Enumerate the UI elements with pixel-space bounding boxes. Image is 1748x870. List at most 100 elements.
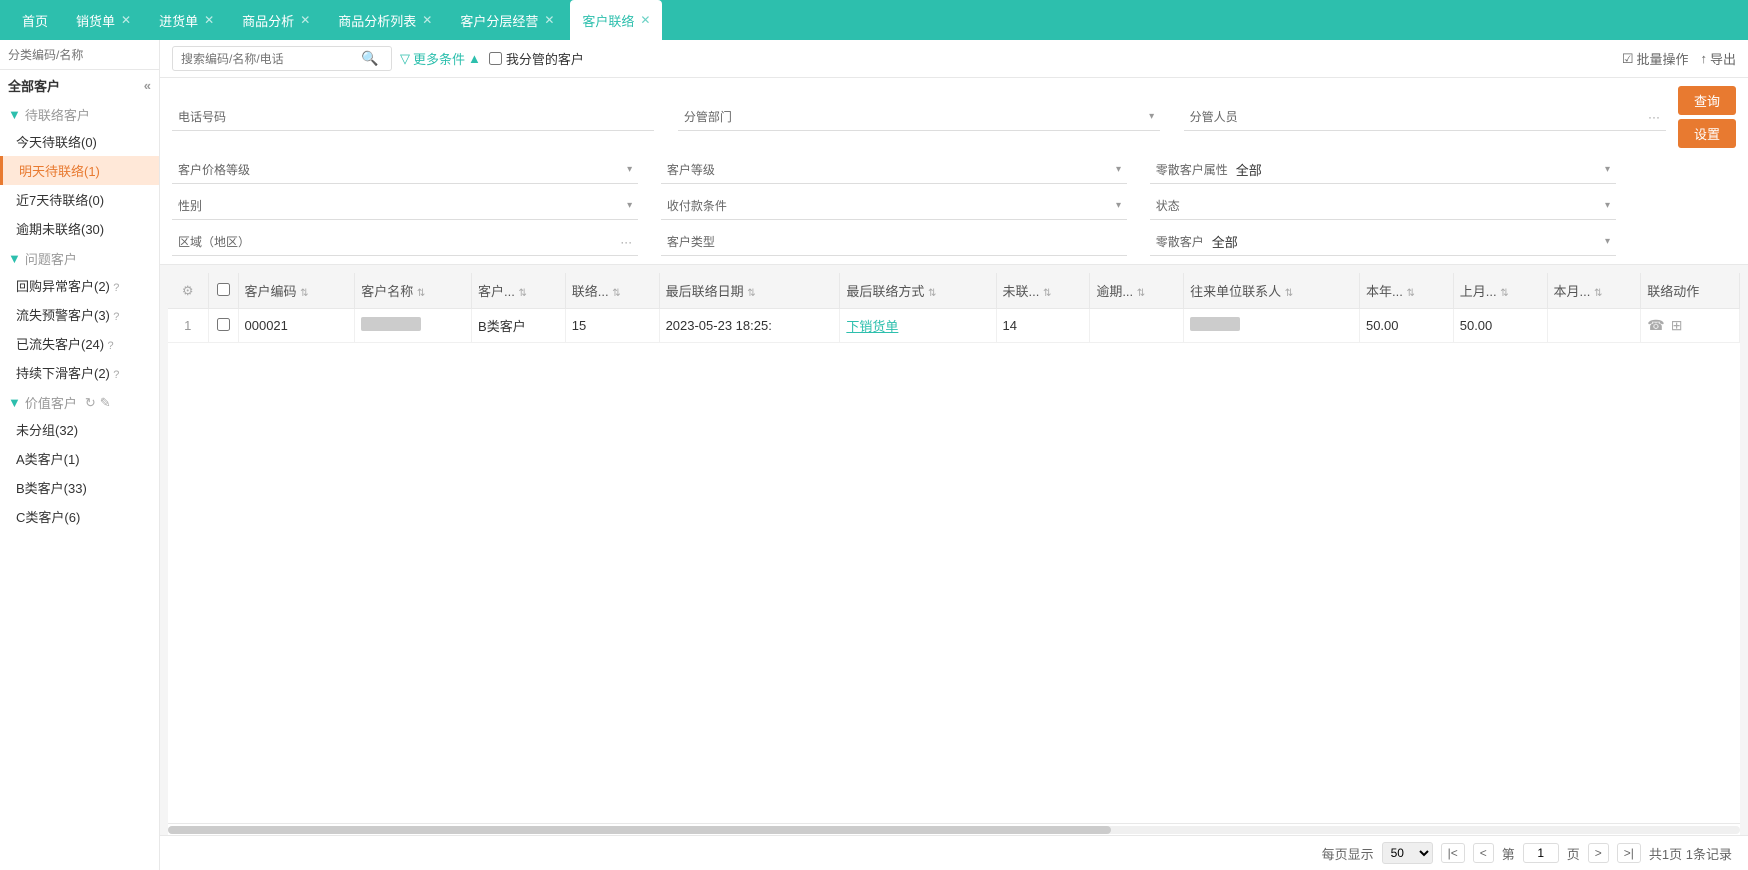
row-this-year: 50.00 — [1359, 309, 1453, 343]
table-row: 1 000021 B类客户 15 2023-05-23 18:25: 下销货单 … — [168, 309, 1740, 343]
row-pending: 14 — [996, 309, 1090, 343]
sort-icon[interactable]: ⇅ — [519, 288, 527, 299]
help-icon[interactable]: ? — [113, 311, 119, 323]
sidebar-item-week-contact[interactable]: 近7天待联络(0) — [0, 185, 159, 214]
sort-icon[interactable]: ⇅ — [612, 288, 620, 299]
filter-customer-grade[interactable]: 客户等级 ▾ — [661, 156, 1127, 184]
search-input[interactable] — [181, 52, 361, 66]
row-checkbox-cell — [208, 309, 238, 343]
sort-icon[interactable]: ⇅ — [417, 288, 425, 299]
sidebar-item-tomorrow-contact[interactable]: 明天待联络(1) — [0, 156, 159, 185]
page-input[interactable] — [1523, 843, 1559, 863]
filter-row-4: 区域（地区） ··· 客户类型 零散客户 全部 ▾ — [172, 228, 1736, 256]
sidebar-item-repurchase-abnormal[interactable]: 回购异常客户(2) ? — [0, 271, 159, 300]
close-icon[interactable]: ✕ — [300, 13, 310, 27]
nav-customer-tier[interactable]: 客户分层经营 ✕ — [448, 0, 566, 40]
filter-region[interactable]: 区域（地区） ··· — [172, 228, 638, 256]
export-button[interactable]: ↑ 导出 — [1700, 49, 1736, 68]
filter-status[interactable]: 状态 ▾ — [1150, 192, 1616, 220]
close-icon[interactable]: ✕ — [544, 13, 554, 27]
top-nav: 首页 销货单 ✕ 进货单 ✕ 商品分析 ✕ 商品分析列表 ✕ 客户分层经营 ✕ … — [0, 0, 1748, 40]
filter-retail-attr[interactable]: 零散客户属性 全部 ▾ — [1150, 156, 1616, 184]
close-icon[interactable]: ✕ — [121, 13, 131, 27]
last-page-button[interactable]: >| — [1617, 843, 1641, 863]
row-customer-code: 000021 — [238, 309, 355, 343]
sidebar-search-input[interactable] — [8, 48, 160, 62]
nav-product-analysis-list[interactable]: 商品分析列表 ✕ — [326, 0, 444, 40]
close-icon[interactable]: ✕ — [204, 13, 214, 27]
sidebar-item-today-contact[interactable]: 今天待联络(0) — [0, 127, 159, 156]
row-overdue — [1090, 309, 1184, 343]
sidebar-item-class-b[interactable]: B类客户(33) — [0, 473, 159, 502]
nav-home[interactable]: 首页 — [10, 0, 60, 40]
chevron-left-icon[interactable]: « — [144, 78, 151, 93]
sort-icon[interactable]: ⇅ — [1500, 288, 1508, 299]
close-icon[interactable]: ✕ — [640, 13, 650, 27]
filter-retail-customer[interactable]: 零散客户 全部 ▾ — [1150, 228, 1616, 256]
help-icon[interactable]: ? — [107, 340, 113, 352]
sort-icon[interactable]: ⇅ — [300, 288, 308, 299]
sort-icon[interactable]: ⇅ — [1285, 288, 1293, 299]
chevron-down-icon: ▾ — [627, 164, 632, 175]
sidebar-item-class-a[interactable]: A类客户(1) — [0, 444, 159, 473]
sort-icon[interactable]: ⇅ — [1043, 288, 1051, 299]
all-customers-section[interactable]: 全部客户 « — [0, 70, 159, 99]
nav-purchase-order[interactable]: 进货单 ✕ — [147, 0, 226, 40]
help-icon[interactable]: ? — [113, 369, 119, 381]
sort-icon[interactable]: ⇅ — [1406, 288, 1414, 299]
settings-col-header[interactable]: ⚙ — [168, 273, 208, 309]
query-button[interactable]: 查询 — [1678, 86, 1736, 115]
edit-icon[interactable]: ✎ — [100, 395, 111, 411]
sidebar-item-churn-warning[interactable]: 流失预警客户(3) ? — [0, 300, 159, 329]
nav-sales-order[interactable]: 销货单 ✕ — [64, 0, 143, 40]
first-page-button[interactable]: |< — [1441, 843, 1465, 863]
sort-icon[interactable]: ⇅ — [747, 288, 755, 299]
checkbox-col-header — [208, 273, 238, 309]
settings-button[interactable]: 设置 — [1678, 119, 1736, 148]
value-customers-group: ▼ 价值客户 ↻ ✎ — [0, 387, 159, 415]
select-all-checkbox[interactable] — [217, 283, 230, 296]
refresh-icon[interactable]: ↻ — [85, 395, 96, 411]
sidebar-item-ungrouped[interactable]: 未分组(32) — [0, 415, 159, 444]
contact-icon[interactable]: ☎ — [1647, 317, 1664, 334]
close-icon[interactable]: ✕ — [422, 13, 432, 27]
per-page-select[interactable]: 50 100 — [1382, 842, 1433, 864]
row-checkbox[interactable] — [217, 318, 230, 331]
sidebar-item-class-c[interactable]: C类客户(6) — [0, 502, 159, 531]
filter-customer-type[interactable]: 客户类型 — [661, 228, 1127, 256]
horizontal-scrollbar[interactable] — [168, 823, 1740, 835]
batch-op-button[interactable]: ☑ 批量操作 — [1622, 49, 1689, 68]
filter-dept[interactable]: 分管部门 ▾ — [678, 103, 1160, 131]
filter-panel: 电话号码 分管部门 ▾ 分管人员 ··· 查询 设置 — [160, 78, 1748, 265]
filter-icon: ▽ — [400, 51, 410, 67]
sidebar-item-declining[interactable]: 持续下滑客户(2) ? — [0, 358, 159, 387]
filter-actions: 查询 设置 — [1678, 86, 1736, 148]
filter-gender[interactable]: 性别 ▾ — [172, 192, 638, 220]
col-last-contact-method: 最后联络方式 ⇅ — [840, 273, 996, 309]
filter-price-grade[interactable]: 客户价格等级 ▾ — [172, 156, 638, 184]
sidebar-item-churned[interactable]: 已流失客户(24) ? — [0, 329, 159, 358]
col-action: 联络动作 — [1641, 273, 1740, 309]
triangle-icon: ▼ — [8, 251, 21, 266]
col-customer-name: 客户名称 ⇅ — [355, 273, 472, 309]
row-last-contact-method[interactable]: 下销货单 — [840, 309, 996, 343]
sidebar: 🔍 全部客户 « ▼ 待联络客户 今天待联络(0) 明天待联络(1) 近7天待联… — [0, 40, 160, 870]
sidebar-item-overdue-contact[interactable]: 逾期未联络(30) — [0, 214, 159, 243]
my-customers-checkbox[interactable] — [489, 52, 502, 65]
chevron-down-icon: ▾ — [1149, 111, 1154, 122]
filter-phone: 电话号码 — [172, 103, 654, 131]
chevron-down-icon: ▾ — [627, 200, 632, 211]
search-icon[interactable]: 🔍 — [361, 50, 378, 67]
grid-icon[interactable]: ⊞ — [1671, 317, 1683, 334]
nav-product-analysis[interactable]: 商品分析 ✕ — [230, 0, 322, 40]
help-icon[interactable]: ? — [113, 282, 119, 294]
more-conditions-button[interactable]: ▽ 更多条件 ▲ — [400, 49, 481, 68]
filter-manager[interactable]: 分管人员 ··· — [1184, 103, 1666, 131]
prev-page-button[interactable]: < — [1473, 843, 1494, 863]
next-page-button[interactable]: > — [1588, 843, 1609, 863]
sort-icon[interactable]: ⇅ — [1594, 288, 1602, 299]
sort-icon[interactable]: ⇅ — [928, 288, 936, 299]
sort-icon[interactable]: ⇅ — [1137, 288, 1145, 299]
filter-payment[interactable]: 收付款条件 ▾ — [661, 192, 1127, 220]
nav-customer-contact[interactable]: 客户联络 ✕ — [570, 0, 662, 40]
